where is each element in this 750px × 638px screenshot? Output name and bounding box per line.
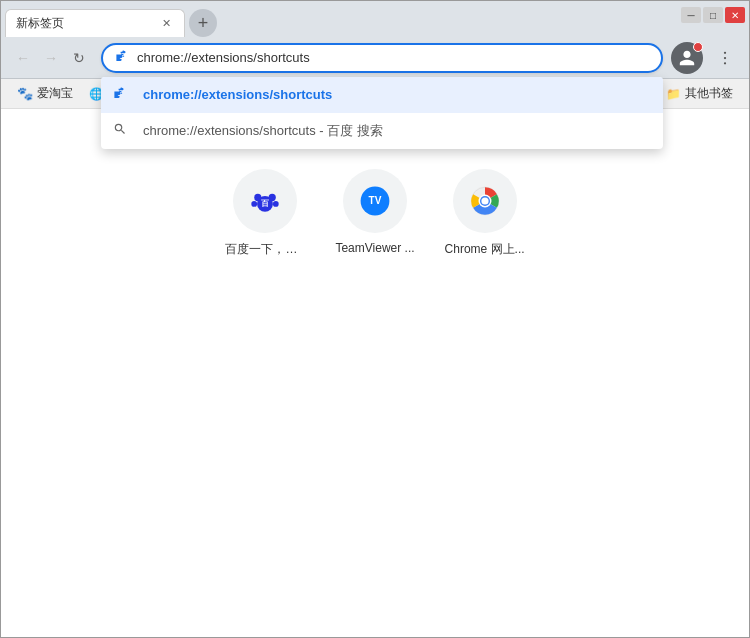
profile-area [671,42,703,74]
profile-badge [693,42,703,52]
baidu-label: 百度一下，你... [225,241,305,258]
extension-icon [115,49,129,66]
aitaobao-icon: 🐾 [17,86,33,101]
browser-window: 新标签页 ✕ + ─ □ ✕ ← → ↻ chrome://extension [0,0,750,638]
tab-strip: 新标签页 ✕ + [5,1,681,37]
svg-point-4 [255,194,262,201]
tab-title: 新标签页 [16,15,152,32]
address-text: chrome://extensions/shortcuts [137,50,649,65]
teamviewer-label: TeamViewer ... [335,241,414,255]
toolbar-right [671,42,741,74]
toolbar: ← → ↻ chrome://extensions/shortcuts [1,37,749,79]
svg-text:TV: TV [369,195,382,206]
close-button[interactable]: ✕ [725,7,745,23]
autocomplete-text-2: chrome://extensions/shortcuts - 百度 搜索 [143,122,383,140]
menu-button[interactable] [709,42,741,74]
refresh-button[interactable]: ↻ [65,44,93,72]
folder-icon: 📁 [666,87,681,101]
title-bar: 新标签页 ✕ + ─ □ ✕ [1,1,749,37]
chrome-label: Chrome 网上... [445,241,525,258]
minimize-button[interactable]: ─ [681,7,701,23]
autocomplete-item-1[interactable]: chrome://extensions/shortcuts [101,77,663,113]
svg-point-0 [724,51,726,53]
back-button[interactable]: ← [9,44,37,72]
other-bookmarks-label: 其他书签 [685,85,733,102]
svg-point-7 [273,201,279,207]
new-tab-button[interactable]: + [189,9,217,37]
autocomplete-text-1: chrome://extensions/shortcuts [143,87,332,102]
svg-point-6 [252,201,258,207]
svg-text:百: 百 [261,199,269,208]
page-content: 百 百度一下，你... TV TeamViewer ... [1,109,749,637]
autocomplete-dropdown: chrome://extensions/shortcuts chrome://e… [101,77,663,149]
address-bar[interactable]: chrome://extensions/shortcuts [101,43,663,73]
forward-button[interactable]: → [37,44,65,72]
autocomplete-extension-icon-1 [113,86,133,103]
teamviewer-icon-wrap: TV [343,169,407,233]
shortcuts-grid: 百 百度一下，你... TV TeamViewer ... [225,169,524,258]
svg-point-5 [269,194,276,201]
bookmark-aitaobao-label: 爱淘宝 [37,85,73,102]
window-controls: ─ □ ✕ [681,7,745,31]
svg-point-15 [481,197,488,204]
shortcut-chrome[interactable]: Chrome 网上... [445,169,525,258]
tab-close-button[interactable]: ✕ [158,16,174,32]
shortcut-baidu[interactable]: 百 百度一下，你... [225,169,305,258]
bookmark-aitaobao[interactable]: 🐾 爱淘宝 [9,83,81,104]
chrome-icon-wrap [453,169,517,233]
other-bookmarks[interactable]: 📁 其他书签 [658,83,741,104]
svg-point-2 [724,62,726,64]
baidu-icon-wrap: 百 [233,169,297,233]
svg-point-1 [724,56,726,58]
autocomplete-item-2[interactable]: chrome://extensions/shortcuts - 百度 搜索 [101,113,663,149]
autocomplete-search-icon-2 [113,122,133,139]
active-tab[interactable]: 新标签页 ✕ [5,9,185,37]
maximize-button[interactable]: □ [703,7,723,23]
shortcut-teamviewer[interactable]: TV TeamViewer ... [335,169,414,255]
address-bar-container: chrome://extensions/shortcuts chrome://e… [101,43,663,73]
